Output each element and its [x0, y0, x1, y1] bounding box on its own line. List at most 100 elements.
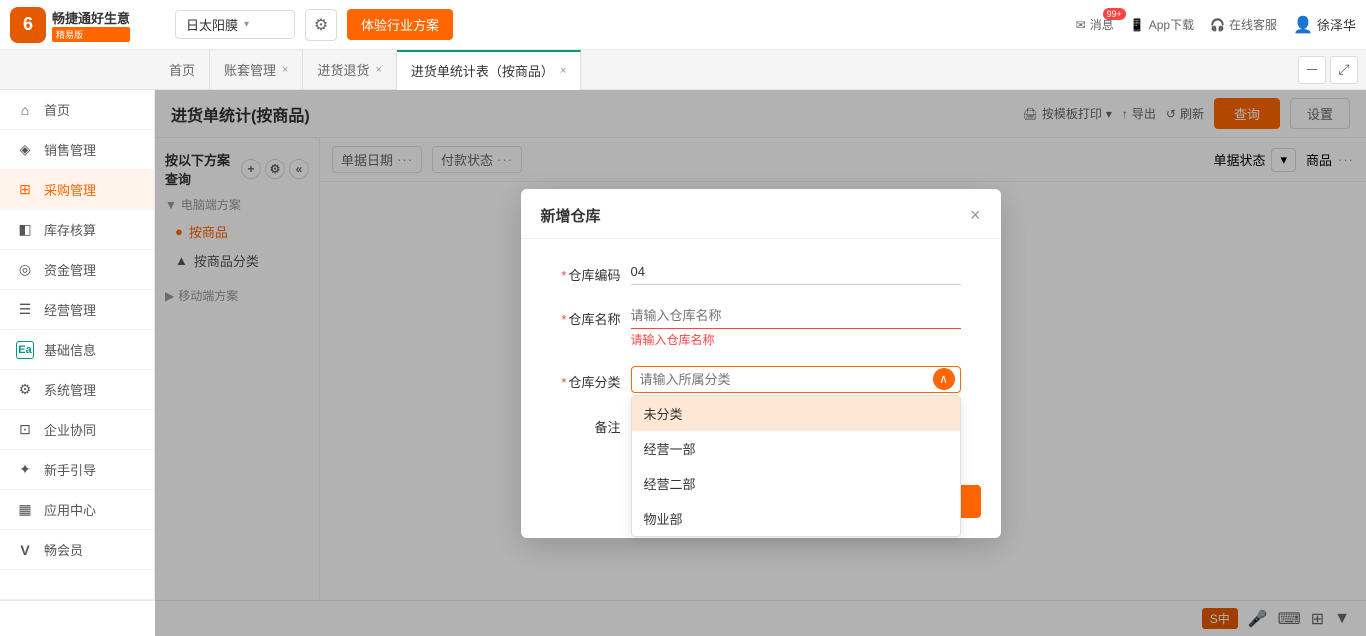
account-tab-label: 账套管理	[224, 60, 276, 79]
notification-badge: 99+	[1103, 8, 1126, 20]
tab-close-account[interactable]: ×	[282, 64, 288, 76]
sidebar-purchase-label: 采购管理	[44, 180, 96, 199]
sidebar-item-operation[interactable]: ☰ 经营管理	[0, 290, 154, 330]
tab-end-buttons: － ⤢	[1298, 56, 1366, 84]
category-dropdown-list: 未分类 经营一部 经营二部 物业部	[631, 395, 961, 537]
warehouse-code-input-wrap	[631, 259, 961, 285]
warehouse-code-label: 仓库编码	[561, 259, 631, 284]
online-service-item[interactable]: 🎧 在线客服	[1210, 16, 1277, 33]
warehouse-name-input-wrap: 请输入仓库名称	[631, 303, 961, 348]
username-label: 徐泽华	[1317, 15, 1356, 34]
chevron-down-icon: ▾	[244, 19, 249, 30]
warehouse-name-label: 仓库名称	[561, 303, 631, 328]
sidebar: ⌂ 首页 ◈ 销售管理 ⊞ 采购管理 ◧ 库存核算 ◎ 资金管理 ☰ 经营管理 …	[0, 90, 155, 636]
sidebar-item-purchase[interactable]: ⊞ 采购管理	[0, 170, 154, 210]
sidebar-enterprise-label: 企业协同	[44, 420, 96, 439]
tab-stats[interactable]: 进货单统计表（按商品） ×	[397, 50, 581, 90]
sidebar-home-label: 首页	[44, 100, 70, 119]
phone-icon: 📱	[1130, 18, 1145, 32]
message-icon: ✉	[1076, 18, 1086, 32]
warehouse-code-input[interactable]	[631, 259, 961, 285]
dialog-header: 新增仓库 ×	[521, 189, 1001, 239]
warehouse-name-input[interactable]	[631, 303, 961, 329]
tab-maximize-button[interactable]: ⤢	[1330, 56, 1358, 84]
dialog-close-button[interactable]: ×	[970, 206, 981, 224]
sidebar-item-sales[interactable]: ◈ 销售管理	[0, 130, 154, 170]
notification-item[interactable]: ✉ 消息 99+	[1076, 16, 1114, 33]
app-download-label: App下载	[1149, 16, 1194, 33]
sidebar-item-guide[interactable]: ✦ 新手引导	[0, 450, 154, 490]
finance-icon: ◎	[16, 261, 34, 279]
warehouse-code-row: 仓库编码	[561, 259, 961, 285]
logo-title: 畅捷通好生意	[52, 8, 130, 27]
trial-button[interactable]: 体验行业方案	[347, 9, 453, 40]
main-layout: ⌂ 首页 ◈ 销售管理 ⊞ 采购管理 ◧ 库存核算 ◎ 资金管理 ☰ 经营管理 …	[0, 90, 1366, 636]
dropdown-item-property[interactable]: 物业部	[632, 501, 960, 536]
dropdown-item-uncategorized[interactable]: 未分类	[632, 396, 960, 431]
modal-overlay: 新增仓库 × 仓库编码 仓库名称	[155, 90, 1366, 636]
home-icon: ⌂	[16, 101, 34, 119]
tab-bar: 首页 账套管理 × 进货退货 × 进货单统计表（按商品） × － ⤢	[0, 50, 1366, 90]
sidebar-sales-label: 销售管理	[44, 140, 96, 159]
sidebar-basic-label: 基础信息	[44, 340, 96, 359]
warehouse-category-row: 仓库分类 ∧ 未分类 经营一部 经营二部 物业部	[561, 366, 961, 393]
store-selector[interactable]: 日太阳膜 ▾	[175, 10, 295, 39]
tab-minimize-button[interactable]: －	[1298, 56, 1326, 84]
sidebar-system-label: 系统管理	[44, 380, 96, 399]
logo-subtitle: 精易版	[52, 27, 130, 42]
user-area[interactable]: 👤 徐泽华	[1293, 15, 1356, 35]
sales-icon: ◈	[16, 141, 34, 159]
sidebar-item-system[interactable]: ⚙ 系统管理	[0, 370, 154, 410]
content-area: 进货单统计(按商品) 🖨 按模板打印 ▾ ↑ 导出 ↺ 刷新	[155, 90, 1366, 636]
sidebar-item-enterprise[interactable]: ⊡ 企业协同	[0, 410, 154, 450]
warehouse-name-row: 仓库名称 请输入仓库名称	[561, 303, 961, 348]
sidebar-operation-label: 经营管理	[44, 300, 96, 319]
basic-icon: Ea	[16, 341, 34, 359]
tab-home[interactable]: 首页	[155, 50, 210, 90]
logo-icon: 6	[10, 7, 46, 43]
sidebar-finance-label: 资金管理	[44, 260, 96, 279]
vip-icon: V	[16, 541, 34, 559]
user-avatar-icon: 👤	[1293, 15, 1313, 35]
tab-close-return[interactable]: ×	[375, 64, 381, 76]
warehouse-name-error-msg: 请输入仓库名称	[631, 331, 961, 348]
warehouse-category-select-wrap: ∧ 未分类 经营一部 经营二部 物业部	[631, 366, 961, 393]
dropdown-item-dept2[interactable]: 经营二部	[632, 466, 960, 501]
system-icon: ⚙	[16, 381, 34, 399]
home-tab-label: 首页	[169, 60, 195, 79]
return-tab-label: 进货退货	[317, 60, 369, 79]
sidebar-item-basic[interactable]: Ea 基础信息	[0, 330, 154, 370]
headset-icon: 🎧	[1210, 18, 1225, 32]
gear-button[interactable]: ⚙	[305, 9, 337, 41]
sidebar-guide-label: 新手引导	[44, 460, 96, 479]
sidebar-item-vip[interactable]: V 畅会员	[0, 530, 154, 570]
select-arrow-button[interactable]: ∧	[933, 368, 955, 390]
sidebar-inventory-label: 库存核算	[44, 220, 96, 239]
logo-area: 6 畅捷通好生意 精易版	[10, 7, 165, 43]
sidebar-item-inventory[interactable]: ◧ 库存核算	[0, 210, 154, 250]
sidebar-vip-label: 畅会员	[44, 540, 83, 559]
tab-return[interactable]: 进货退货 ×	[303, 50, 396, 90]
sidebar-item-apps[interactable]: ▦ 应用中心	[0, 490, 154, 530]
logo-text-area: 畅捷通好生意 精易版	[52, 8, 130, 42]
dropdown-item-dept1[interactable]: 经营一部	[632, 431, 960, 466]
top-bar: 6 畅捷通好生意 精易版 日太阳膜 ▾ ⚙ 体验行业方案 ✉ 消息 99+ 📱 …	[0, 0, 1366, 50]
purchase-icon: ⊞	[16, 181, 34, 199]
inventory-icon: ◧	[16, 221, 34, 239]
tab-close-stats[interactable]: ×	[560, 65, 566, 77]
remark-label: 备注	[561, 411, 631, 436]
store-name: 日太阳膜	[186, 15, 238, 34]
dialog-body: 仓库编码 仓库名称 请输入仓库名称	[521, 239, 1001, 475]
warehouse-category-label: 仓库分类	[561, 366, 631, 391]
warehouse-category-input[interactable]	[631, 366, 961, 393]
app-download-item[interactable]: 📱 App下载	[1130, 16, 1194, 33]
sidebar-item-finance[interactable]: ◎ 资金管理	[0, 250, 154, 290]
gear-icon: ⚙	[314, 15, 328, 35]
sidebar-item-home[interactable]: ⌂ 首页	[0, 90, 154, 130]
guide-icon: ✦	[16, 461, 34, 479]
tab-account[interactable]: 账套管理 ×	[210, 50, 303, 90]
operation-icon: ☰	[16, 301, 34, 319]
enterprise-icon: ⊡	[16, 421, 34, 439]
stats-tab-label: 进货单统计表（按商品）	[411, 61, 554, 80]
dialog-new-warehouse: 新增仓库 × 仓库编码 仓库名称	[521, 189, 1001, 538]
